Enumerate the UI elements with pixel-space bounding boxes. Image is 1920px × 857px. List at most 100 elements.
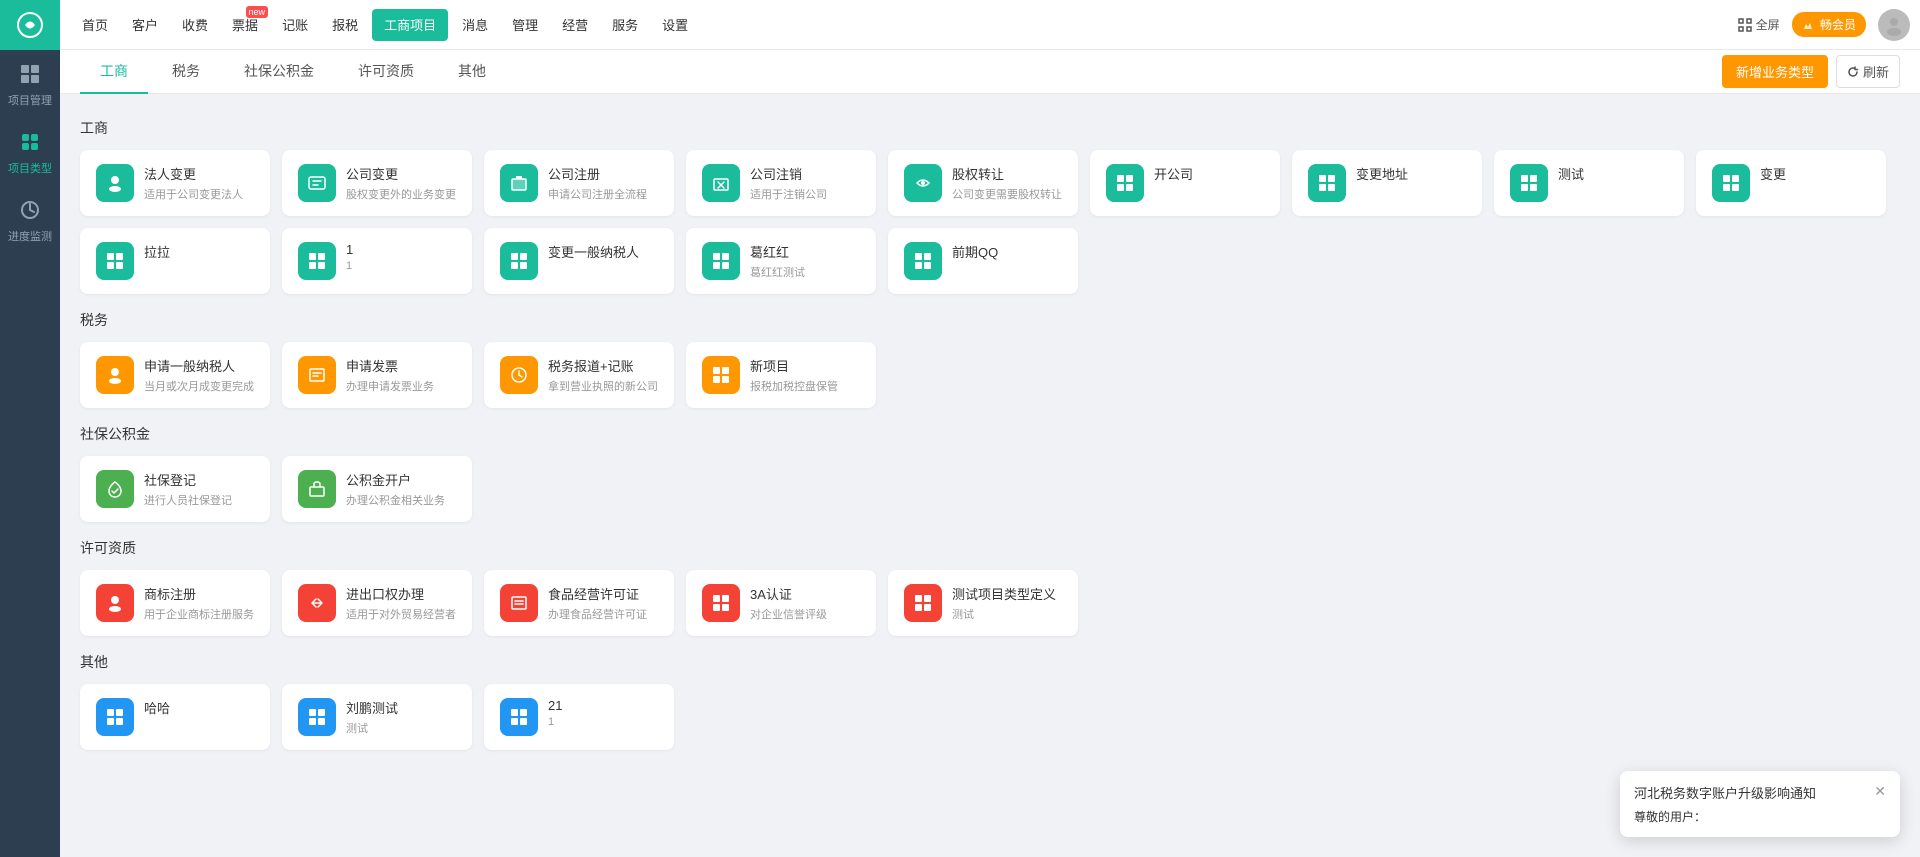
card-company-register[interactable]: 公司注册 申请公司注册全流程 bbox=[484, 150, 674, 216]
card-fund-open[interactable]: 公积金开户 办理公积金相关业务 bbox=[282, 456, 472, 522]
sidebar-item-project-mgmt[interactable]: 项目管理 bbox=[0, 50, 60, 118]
sidebar-item-label: 进度监测 bbox=[8, 228, 52, 244]
notif-title: 河北税务数字账户升级影响通知 bbox=[1634, 783, 1816, 802]
card-desc: 当月或次月成变更完成 bbox=[144, 378, 254, 394]
vip-icon bbox=[1802, 20, 1814, 32]
nav-management[interactable]: 管理 bbox=[500, 0, 550, 50]
vip-button[interactable]: 畅会员 bbox=[1792, 12, 1866, 37]
section-title-industry: 工商 bbox=[80, 118, 1900, 138]
add-type-button[interactable]: 新增业务类型 bbox=[1722, 55, 1828, 88]
card-liupengtest[interactable]: 刘鹏测试 测试 bbox=[282, 684, 472, 750]
main: 首页 客户 收费 票据 new 记账 报税 工商项目 消息 管理 经营 服务 设… bbox=[60, 0, 1920, 857]
nav-accounting[interactable]: 记账 bbox=[270, 0, 320, 50]
card-name: 股权转让 bbox=[952, 164, 1062, 183]
tab-social[interactable]: 社保公积金 bbox=[224, 50, 334, 94]
card-icon-change bbox=[1712, 164, 1750, 202]
card-name: 哈哈 bbox=[144, 698, 254, 717]
card-equity-transfer[interactable]: 股权转让 公司变更需要股权转让 bbox=[888, 150, 1078, 216]
card-icon-legal-change bbox=[96, 164, 134, 202]
logo-icon bbox=[15, 10, 45, 40]
card-icon-company-cancel bbox=[702, 164, 740, 202]
card-icon-tax-report-accounting bbox=[500, 356, 538, 394]
card-import-export[interactable]: 进出口权办理 适用于对外贸易经营者 bbox=[282, 570, 472, 636]
card-social-register[interactable]: 社保登记 进行人员社保登记 bbox=[80, 456, 270, 522]
card-legal-change[interactable]: 法人变更 适用于公司变更法人 bbox=[80, 150, 270, 216]
card-open-company[interactable]: 开公司 bbox=[1090, 150, 1280, 216]
card-name: 1 bbox=[346, 242, 456, 257]
nav-ticket[interactable]: 票据 new bbox=[220, 0, 270, 50]
card-food-license[interactable]: 食品经营许可证 办理食品经营许可证 bbox=[484, 570, 674, 636]
sidebar-logo bbox=[0, 0, 60, 50]
tab-actions: 新增业务类型 刷新 bbox=[1722, 55, 1900, 88]
nav-message[interactable]: 消息 bbox=[450, 0, 500, 50]
card-3a-cert[interactable]: 3A认证 对企业信誉评级 bbox=[686, 570, 876, 636]
refresh-icon bbox=[1847, 66, 1859, 78]
nav-industry[interactable]: 工商项目 bbox=[372, 9, 448, 41]
nav-service[interactable]: 服务 bbox=[600, 0, 650, 50]
tab-tax[interactable]: 税务 bbox=[152, 50, 220, 94]
card-icon-company-register bbox=[500, 164, 538, 202]
card-apply-general[interactable]: 申请一般纳税人 当月或次月成变更完成 bbox=[80, 342, 270, 408]
card-change-address[interactable]: 变更地址 bbox=[1292, 150, 1482, 216]
card-desc: 测试 bbox=[346, 720, 456, 736]
sidebar-item-progress-monitor[interactable]: 进度监测 bbox=[0, 186, 60, 254]
card-name: 申请一般纳税人 bbox=[144, 356, 254, 375]
user-avatar[interactable] bbox=[1878, 9, 1910, 41]
tab-other[interactable]: 其他 bbox=[438, 50, 506, 94]
fullscreen-icon bbox=[1738, 18, 1752, 32]
progress-monitor-icon bbox=[16, 196, 44, 224]
refresh-button[interactable]: 刷新 bbox=[1836, 55, 1900, 88]
card-icon-item1 bbox=[298, 242, 336, 280]
card-name: 新项目 bbox=[750, 356, 860, 375]
card-icon-qianqi-qq bbox=[904, 242, 942, 280]
card-tax-report-accounting[interactable]: 税务报道+记账 拿到营业执照的新公司 bbox=[484, 342, 674, 408]
card-icon-3a-cert bbox=[702, 584, 740, 622]
nav-home[interactable]: 首页 bbox=[70, 0, 120, 50]
card-desc: 公司变更需要股权转让 bbox=[952, 186, 1062, 202]
card-haha[interactable]: 哈哈 bbox=[80, 684, 270, 750]
card-name: 公积金开户 bbox=[346, 470, 456, 489]
nav-billing[interactable]: 收费 bbox=[170, 0, 220, 50]
nav-settings[interactable]: 设置 bbox=[650, 0, 700, 50]
card-item21[interactable]: 21 1 bbox=[484, 684, 674, 750]
sidebar-item-project-type[interactable]: 项目类型 bbox=[0, 118, 60, 186]
nav-client[interactable]: 客户 bbox=[120, 0, 170, 50]
card-desc: 报税加税控盘保管 bbox=[750, 378, 860, 394]
card-test-project-type[interactable]: 测试项目类型定义 测试 bbox=[888, 570, 1078, 636]
section-title-license: 许可资质 bbox=[80, 538, 1900, 558]
card-lala[interactable]: 拉拉 bbox=[80, 228, 270, 294]
card-desc: 对企业信誉评级 bbox=[750, 606, 860, 622]
card-name: 测试项目类型定义 bbox=[952, 584, 1062, 603]
nav-operations[interactable]: 经营 bbox=[550, 0, 600, 50]
notif-close-button[interactable]: ✕ bbox=[1874, 783, 1886, 802]
card-icon-open-company bbox=[1106, 164, 1144, 202]
card-apply-invoice[interactable]: 申请发票 办理申请发票业务 bbox=[282, 342, 472, 408]
card-name: 社保登记 bbox=[144, 470, 254, 489]
card-icon-test-project-type bbox=[904, 584, 942, 622]
nav-tax[interactable]: 报税 bbox=[320, 0, 370, 50]
sidebar: 项目管理 项目类型 进度监测 bbox=[0, 0, 60, 857]
notif-content: 尊敬的用户： bbox=[1634, 808, 1886, 825]
card-test[interactable]: 测试 bbox=[1494, 150, 1684, 216]
card-icon-social-register bbox=[96, 470, 134, 508]
card-desc: 拿到营业执照的新公司 bbox=[548, 378, 658, 394]
project-type-icon bbox=[16, 128, 44, 156]
card-icon-equity-transfer bbox=[904, 164, 942, 202]
card-item1[interactable]: 1 1 bbox=[282, 228, 472, 294]
card-change-taxpayer[interactable]: 变更一般纳税人 bbox=[484, 228, 674, 294]
card-new-project[interactable]: 新项目 报税加税控盘保管 bbox=[686, 342, 876, 408]
card-trademark[interactable]: 商标注册 用于企业商标注册服务 bbox=[80, 570, 270, 636]
project-mgmt-icon bbox=[16, 60, 44, 88]
fullscreen-btn[interactable]: 全屏 bbox=[1738, 16, 1780, 33]
card-mohanghong[interactable]: 葛红红 葛红红测试 bbox=[686, 228, 876, 294]
card-qianqi-qq[interactable]: 前期QQ bbox=[888, 228, 1078, 294]
avatar-icon bbox=[1882, 13, 1906, 37]
card-company-change[interactable]: 公司变更 股权变更外的业务变更 bbox=[282, 150, 472, 216]
card-change[interactable]: 变更 bbox=[1696, 150, 1886, 216]
card-icon-company-change bbox=[298, 164, 336, 202]
card-company-cancel[interactable]: 公司注销 适用于注销公司 bbox=[686, 150, 876, 216]
card-grid-tax: 申请一般纳税人 当月或次月成变更完成 申请发票 办理申请发票业务 bbox=[80, 342, 1900, 408]
card-icon-trademark bbox=[96, 584, 134, 622]
tab-license[interactable]: 许可资质 bbox=[338, 50, 434, 94]
tab-industry[interactable]: 工商 bbox=[80, 50, 148, 94]
